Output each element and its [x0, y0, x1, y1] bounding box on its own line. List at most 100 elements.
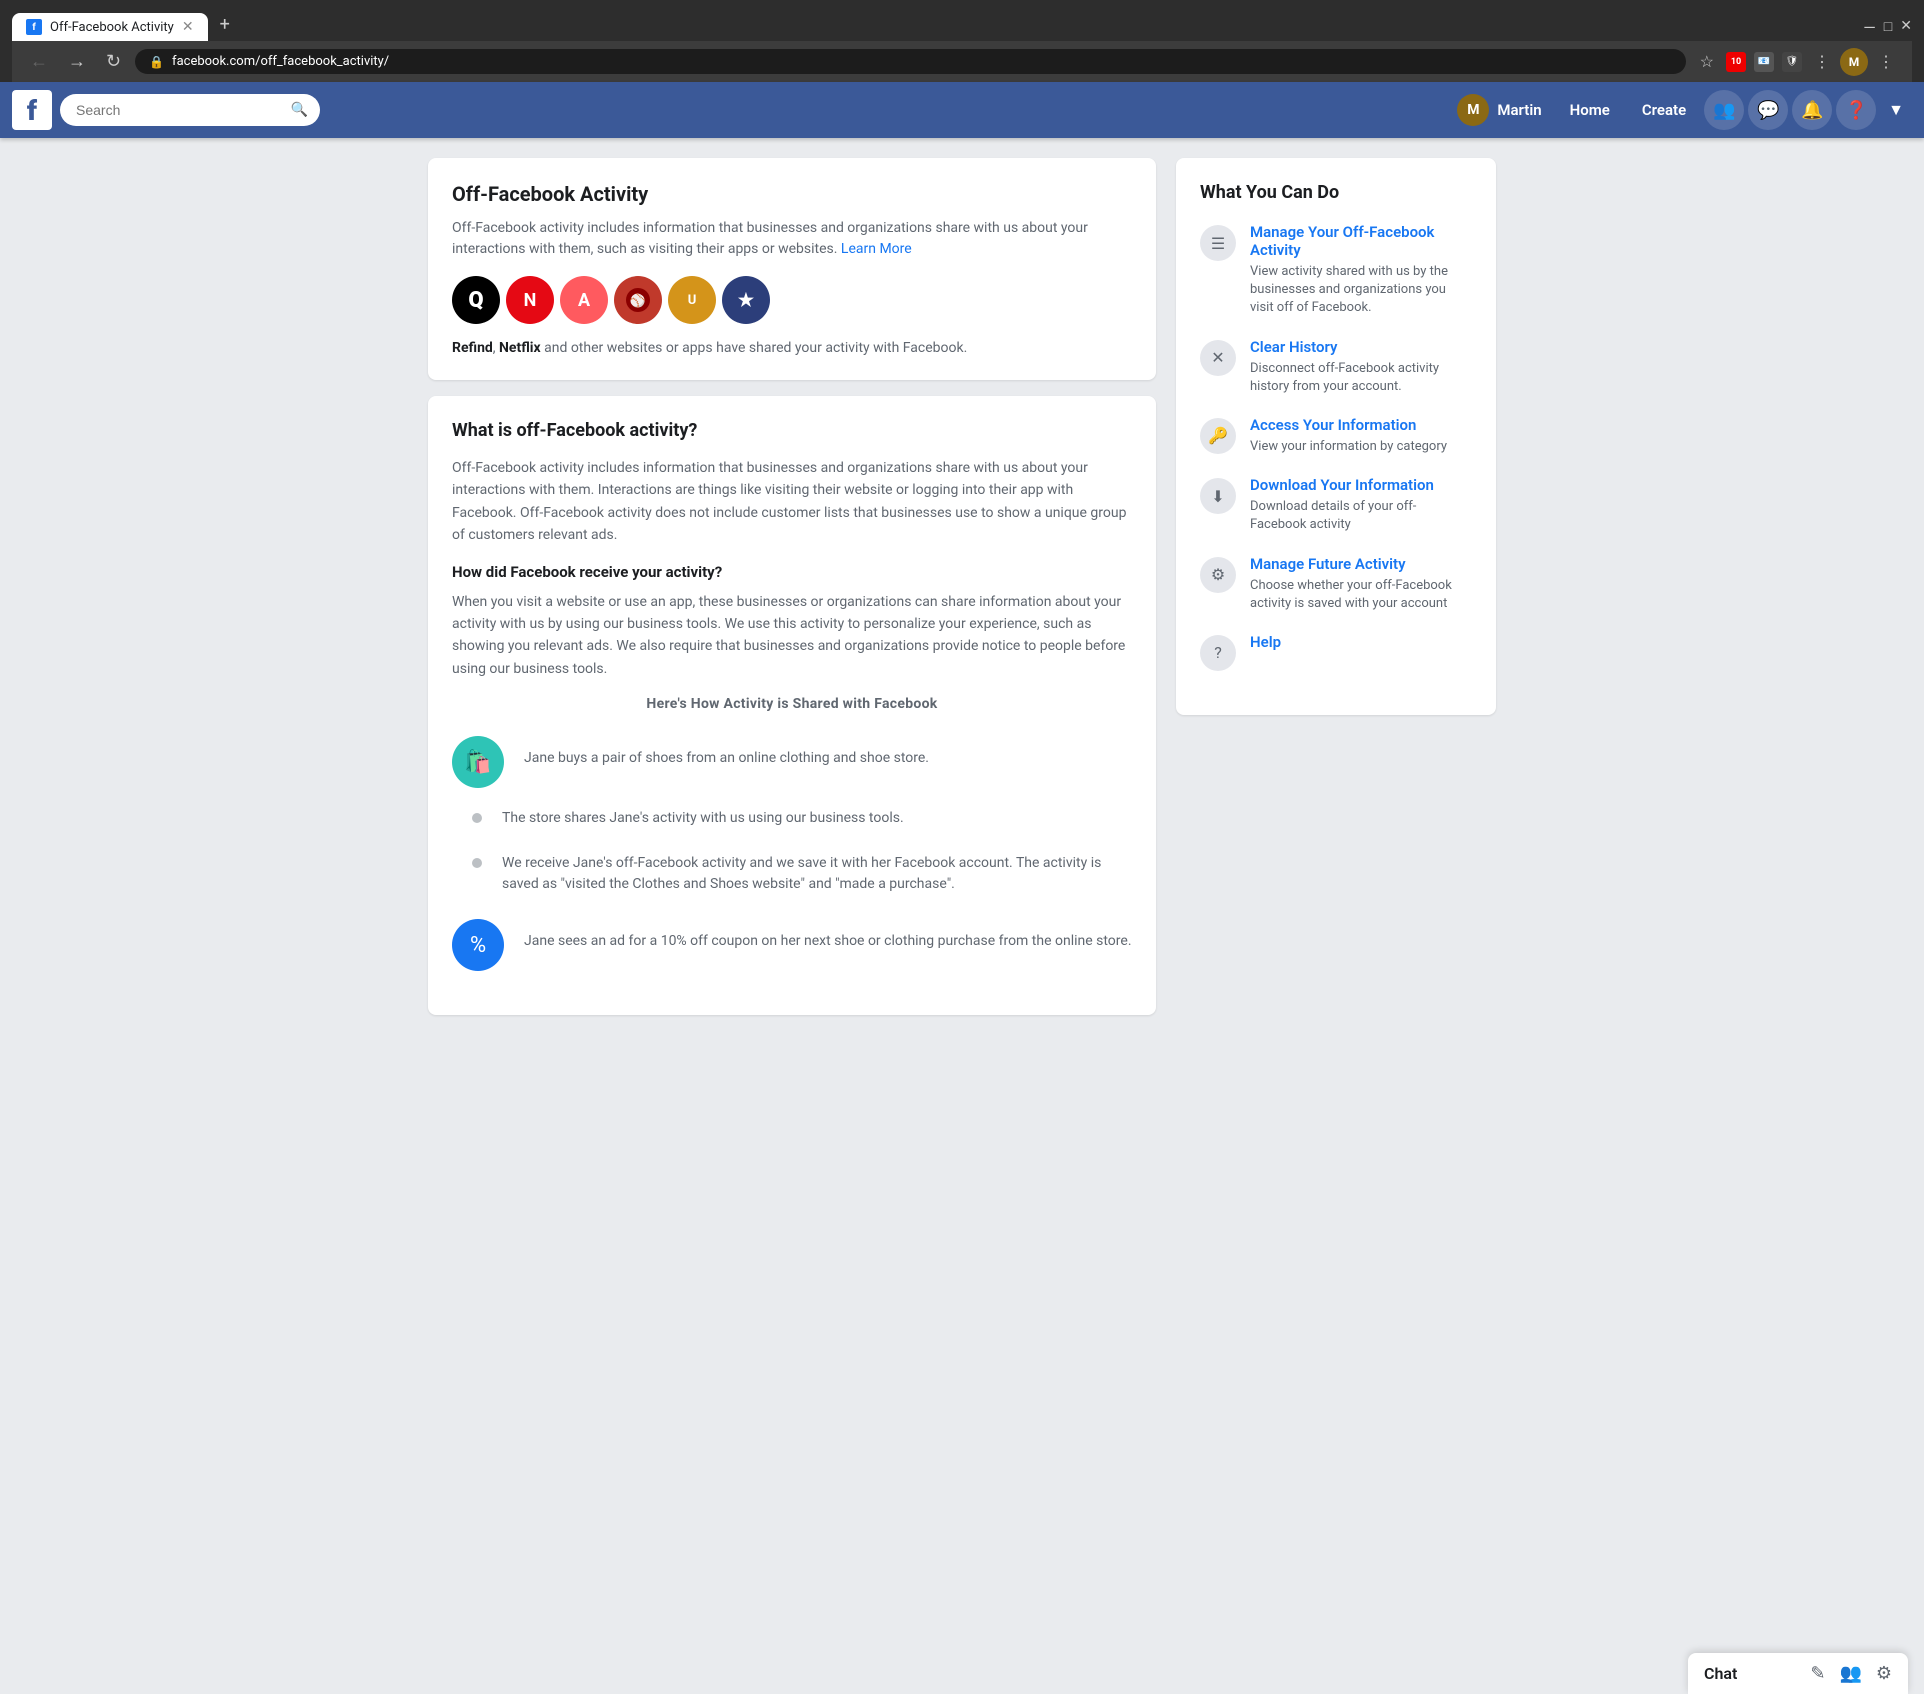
chevron-down-icon: ▼	[1888, 100, 1904, 119]
card2-subtitle: How did Facebook receive your activity?	[452, 563, 1132, 581]
nav-create-link[interactable]: Create	[1628, 93, 1700, 127]
user-avatar-browser[interactable]: M	[1840, 48, 1868, 76]
action-content-manage: Manage Your Off-Facebook Activity View a…	[1250, 223, 1472, 318]
clear-history-link[interactable]: Clear History	[1250, 338, 1472, 356]
access-info-icon: 🔑	[1200, 418, 1236, 454]
account-menu-btn[interactable]: ▼	[1880, 92, 1912, 128]
timeline-step1-text: Jane buys a pair of shoes from an online…	[524, 736, 1132, 769]
manage-activity-desc: View activity shared with us by the busi…	[1250, 263, 1472, 318]
messenger-icon: 💬	[1757, 100, 1779, 121]
action-item-download: ⬇ Download Your Information Download det…	[1200, 476, 1472, 534]
facebook-logo[interactable]: f	[12, 90, 52, 130]
card2-para2: When you visit a website or use an app, …	[452, 591, 1132, 681]
facebook-nav: M Martin Home Create 👥 💬 🔔 ❓ ▼	[1447, 88, 1912, 132]
search-input[interactable]	[60, 94, 320, 126]
activity-timeline: 🛍️ Jane buys a pair of shoes from an onl…	[452, 736, 1132, 971]
more-tools-button[interactable]: ⋮	[1808, 48, 1836, 76]
main-content: Off-Facebook Activity Off-Facebook activ…	[412, 138, 1512, 1035]
minimize-button[interactable]: —	[1863, 18, 1876, 37]
close-window-button[interactable]: ✕	[1900, 18, 1912, 37]
tab-favicon: f	[26, 19, 42, 35]
app-icon-netflix: N	[506, 276, 554, 324]
manage-future-link[interactable]: Manage Future Activity	[1250, 555, 1472, 573]
chat-settings-button[interactable]: ⚙	[1876, 1663, 1892, 1684]
download-info-desc: Download details of your off-Facebook ac…	[1250, 498, 1472, 534]
timeline-icon-4: %	[452, 919, 504, 971]
app-icons-row: Q N A ⚾ U ★	[452, 276, 1132, 324]
new-tab-button[interactable]: +	[210, 8, 240, 41]
url-display: facebook.com/off_facebook_activity/	[172, 54, 1672, 69]
help-icon-btn[interactable]: ❓	[1836, 90, 1876, 130]
action-item-future: ⚙ Manage Future Activity Choose whether …	[1200, 555, 1472, 613]
maximize-button[interactable]: □	[1884, 18, 1892, 37]
timeline-step3-text: We receive Jane's off-Facebook activity …	[502, 853, 1132, 895]
clear-history-desc: Disconnect off-Facebook activity history…	[1250, 360, 1472, 396]
nav-user-link[interactable]: M Martin	[1447, 88, 1551, 132]
action-content-download: Download Your Information Download detai…	[1250, 476, 1472, 534]
browser-toolbar: ← → ↻ 🔒 facebook.com/off_facebook_activi…	[12, 41, 1912, 82]
user-avatar: M	[1457, 94, 1489, 126]
action-item-help: ? Help	[1200, 633, 1472, 671]
manage-activity-icon: ☰	[1200, 225, 1236, 261]
back-button[interactable]: ←	[24, 47, 54, 76]
left-column: Off-Facebook Activity Off-Facebook activ…	[428, 158, 1156, 1015]
timeline-dot-3	[472, 858, 482, 868]
download-info-icon: ⬇	[1200, 478, 1236, 514]
bookmark-button[interactable]: ☆	[1694, 48, 1720, 76]
tab-title: Off-Facebook Activity	[50, 20, 174, 35]
manage-activity-link[interactable]: Manage Your Off-Facebook Activity	[1250, 223, 1472, 259]
search-container: 🔍	[60, 94, 320, 126]
browser-tabs: f Off-Facebook Activity ✕ + — □ ✕	[12, 8, 1912, 41]
sidebar-title: What You Can Do	[1200, 182, 1472, 203]
card2-para1: Off-Facebook activity includes informati…	[452, 457, 1132, 547]
address-bar[interactable]: 🔒 facebook.com/off_facebook_activity/	[135, 49, 1686, 74]
app-icon-6: ★	[722, 276, 770, 324]
messages-icon-btn[interactable]: 💬	[1748, 90, 1788, 130]
chrome-menu-button[interactable]: ⋮	[1872, 48, 1900, 76]
learn-more-link[interactable]: Learn More	[841, 241, 912, 257]
timeline-step4-text: Jane sees an ad for a 10% off coupon on …	[524, 919, 1132, 952]
access-info-link[interactable]: Access Your Information	[1250, 416, 1472, 434]
notifications-icon-btn[interactable]: 🔔	[1792, 90, 1832, 130]
chat-label: Chat	[1704, 1664, 1796, 1683]
facebook-header: f 🔍 M Martin Home Create 👥 💬 🔔 ❓ ▼	[0, 82, 1924, 138]
refresh-button[interactable]: ↻	[100, 47, 127, 76]
manage-future-desc: Choose whether your off-Facebook activit…	[1250, 577, 1472, 613]
help-link[interactable]: Help	[1250, 633, 1472, 651]
card1-title: Off-Facebook Activity	[452, 182, 1132, 206]
extension-icon-3[interactable]: 🛡	[1782, 52, 1802, 72]
download-info-link[interactable]: Download Your Information	[1250, 476, 1472, 494]
manage-future-icon: ⚙	[1200, 557, 1236, 593]
action-content-future: Manage Future Activity Choose whether yo…	[1250, 555, 1472, 613]
chat-compose-button[interactable]: ✎	[1810, 1663, 1825, 1684]
app-icon-airbnb: A	[560, 276, 608, 324]
action-item-clear: ✕ Clear History Disconnect off-Facebook …	[1200, 338, 1472, 396]
nav-home-link[interactable]: Home	[1556, 93, 1624, 127]
notifications-icon: 🔔	[1801, 100, 1823, 121]
app-activity-text: Refind, Netflix and other websites or ap…	[452, 340, 1132, 356]
timeline-step2-text: The store shares Jane's activity with us…	[502, 808, 1132, 829]
user-name: Martin	[1497, 101, 1541, 119]
action-content-access: Access Your Information View your inform…	[1250, 416, 1472, 456]
browser-chrome: f Off-Facebook Activity ✕ + — □ ✕ ← → ↻ …	[0, 0, 1924, 82]
app-icon-5: U	[668, 276, 716, 324]
clear-history-icon: ✕	[1200, 340, 1236, 376]
browser-tab-active[interactable]: f Off-Facebook Activity ✕	[12, 13, 208, 41]
browser-toolbar-icons: ☆ 10 📧 🛡 ⋮ M ⋮	[1694, 48, 1900, 76]
help-sidebar-icon: ?	[1200, 635, 1236, 671]
extension-icon-1[interactable]: 10	[1726, 52, 1746, 72]
card2-title: What is off-Facebook activity?	[452, 420, 1132, 441]
action-item-access: 🔑 Access Your Information View your info…	[1200, 416, 1472, 456]
search-icon: 🔍	[291, 102, 308, 118]
off-facebook-activity-card: Off-Facebook Activity Off-Facebook activ…	[428, 158, 1156, 380]
app-icon-refind: Q	[452, 276, 500, 324]
svg-text:⚾: ⚾	[629, 292, 646, 309]
right-column: What You Can Do ☰ Manage Your Off-Facebo…	[1176, 158, 1496, 1015]
friends-icon-btn[interactable]: 👥	[1704, 90, 1744, 130]
chat-bar: Chat ✎ 👥 ⚙	[1688, 1653, 1908, 1694]
chat-group-button[interactable]: 👥	[1839, 1663, 1861, 1684]
extension-icon-2[interactable]: 📧	[1754, 52, 1774, 72]
tab-close-button[interactable]: ✕	[182, 19, 194, 35]
lock-icon: 🔒	[149, 55, 164, 69]
forward-button[interactable]: →	[62, 47, 92, 76]
